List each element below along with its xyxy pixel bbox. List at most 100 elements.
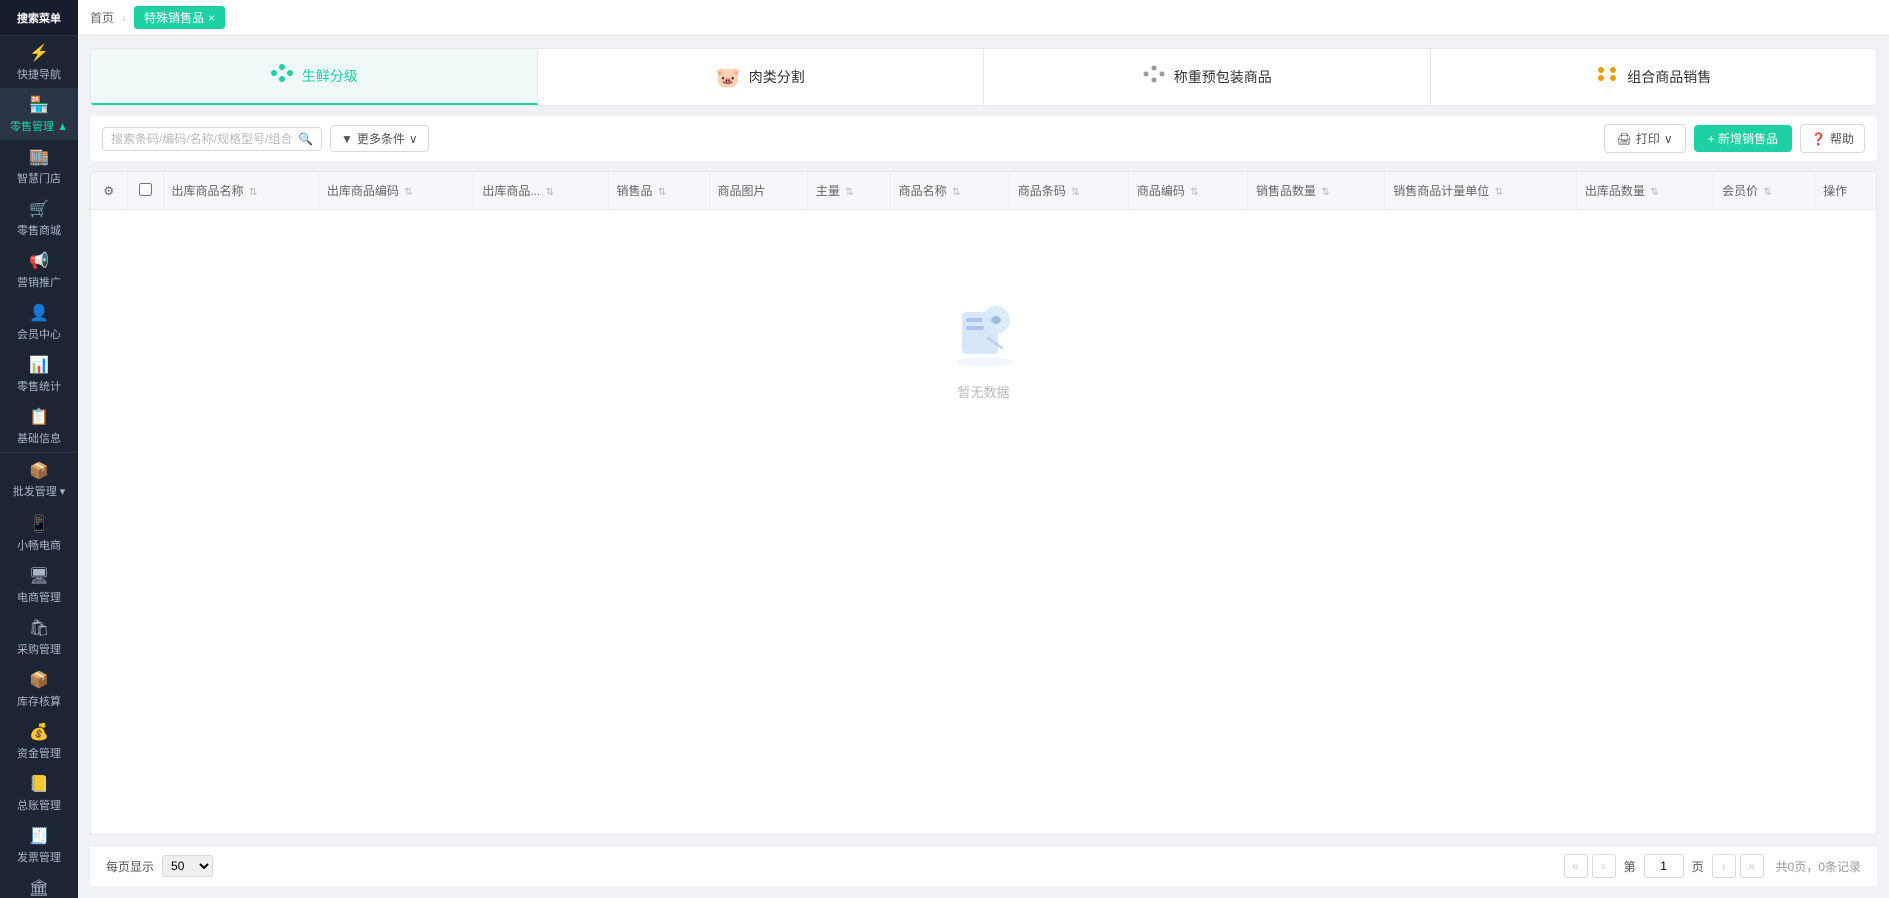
sidebar-item-quick-nav[interactable]: ⚡ 快捷导航 [0, 36, 78, 88]
filter-button[interactable]: ▼ 更多条件 ∨ [330, 125, 429, 152]
sidebar-item-member-center[interactable]: 👤 会员中心 [0, 296, 78, 348]
prev-page-button[interactable]: ‹ [1592, 854, 1616, 878]
sidebar-item-wholesale-mgmt[interactable]: 📦 批发管理 ▾ [0, 452, 78, 507]
sidebar-item-label: 总账管理 [17, 797, 61, 813]
sidebar-item-label: 采购管理 [17, 641, 61, 657]
filter-icon: ▼ [341, 132, 353, 146]
th-product-code: 商品编码 ⇅ [1128, 172, 1247, 210]
th-main-weight: 主量 ⇅ [807, 172, 890, 210]
page-body: 生鲜分级 🐷 肉类分割 称重预包装商品 [78, 36, 1889, 898]
retail-stats-icon: 📊 [29, 355, 49, 375]
purchase-icon: 🛍 [29, 618, 49, 638]
tab-weight-prepack[interactable]: 称重预包装商品 [984, 49, 1431, 105]
th-sale-item: 销售品 ⇅ [608, 172, 709, 210]
sort-product-name[interactable]: ⇅ [952, 187, 960, 198]
empty-state-icon [944, 290, 1024, 370]
tab-weight-prepack-label: 称重预包装商品 [1174, 67, 1272, 87]
sidebar-item-accounting[interactable]: 📒 总账管理 [0, 767, 78, 819]
ecom-mgmt-icon: 🖥 [29, 566, 49, 586]
page-input[interactable] [1644, 854, 1684, 878]
chevron-down-icon: ∨ [1664, 132, 1673, 146]
first-page-button[interactable]: « [1564, 854, 1588, 878]
tab-combo-label: 组合商品销售 [1627, 67, 1711, 87]
sort-out-name[interactable]: ⇅ [249, 187, 257, 198]
top-bar: 首页 › 特殊销售品 × [78, 0, 1889, 36]
th-member-price: 会员价 ⇅ [1714, 172, 1815, 210]
search-box[interactable]: 🔍 [102, 127, 322, 151]
sales-promo-icon: 📢 [29, 251, 49, 271]
help-button[interactable]: ❓ 帮助 [1800, 124, 1865, 153]
print-icon: 🖨 [1617, 132, 1632, 146]
sidebar-item-purchase-mgmt[interactable]: 🛍 采购管理 [0, 611, 78, 663]
sidebar: 搜索菜单 ⚡ 快捷导航 🏪 零售管理 ▲ 🏬 智慧门店 🛒 零售商城 📢 营销推… [0, 0, 78, 898]
basic-info-icon: 📋 [29, 407, 49, 427]
sidebar-item-retail-mall[interactable]: 🛒 零售商城 [0, 192, 78, 244]
sidebar-item-label: 电商管理 [17, 589, 61, 605]
sort-sale-item[interactable]: ⇅ [658, 187, 666, 198]
member-center-icon: 👤 [29, 303, 49, 323]
invoice-icon: 🧾 [29, 826, 49, 846]
sidebar-item-retail-stats[interactable]: 📊 零售统计 [0, 348, 78, 400]
sidebar-item-ecom-mgmt[interactable]: 🖥 电商管理 [0, 559, 78, 611]
sort-sale-unit[interactable]: ⇅ [1495, 187, 1503, 198]
sidebar-item-label: 零售管理 ▲ [10, 118, 68, 134]
combo-icon [1595, 64, 1619, 90]
sort-product-code[interactable]: ⇅ [1190, 187, 1198, 198]
sidebar-search-label: 搜索菜单 [17, 10, 61, 26]
th-gear[interactable]: ⚙ [91, 172, 127, 210]
th-image: 商品图片 [709, 172, 807, 210]
close-tab-button[interactable]: × [208, 11, 215, 25]
sort-out-code[interactable]: ⇅ [404, 187, 412, 198]
print-label: 打印 [1636, 130, 1660, 147]
th-check[interactable] [127, 172, 163, 210]
smart-store-icon: 🏬 [29, 147, 49, 167]
meat-cut-icon: 🐷 [716, 65, 741, 90]
sort-main-weight[interactable]: ⇅ [845, 187, 853, 198]
gear-icon: ⚙ [103, 184, 114, 198]
sort-out-spec[interactable]: ⇅ [546, 187, 554, 198]
sort-out-qty[interactable]: ⇅ [1650, 187, 1658, 198]
th-barcode: 商品条码 ⇅ [1009, 172, 1128, 210]
sidebar-item-tax[interactable]: 🏛 税务管理 [0, 871, 78, 898]
next-page-button[interactable]: › [1712, 854, 1736, 878]
finance-icon: 💰 [29, 722, 49, 742]
th-sale-qty: 销售品数量 ⇅ [1247, 172, 1384, 210]
sidebar-item-inventory[interactable]: 📦 库存核算 [0, 663, 78, 715]
sidebar-logo[interactable]: 搜索菜单 [0, 0, 78, 36]
retail-mall-icon: 🛒 [29, 199, 49, 219]
last-page-button[interactable]: » [1740, 854, 1764, 878]
sort-barcode[interactable]: ⇅ [1071, 187, 1079, 198]
add-sale-item-button[interactable]: + 新增销售品 [1694, 125, 1792, 152]
mini-ecom-icon: 📱 [29, 514, 49, 534]
sidebar-item-label: 发票管理 [17, 849, 61, 865]
tab-meat-cut[interactable]: 🐷 肉类分割 [538, 49, 985, 105]
sidebar-item-mini-ecom[interactable]: 📱 小畅电商 [0, 507, 78, 559]
empty-state: 暂无数据 [91, 210, 1876, 481]
sidebar-item-sales-promo[interactable]: 📢 营销推广 [0, 244, 78, 296]
type-tabs: 生鲜分级 🐷 肉类分割 称重预包装商品 [90, 48, 1877, 106]
main-content: 首页 › 特殊销售品 × 生鲜分级 [78, 0, 1889, 898]
active-tab[interactable]: 特殊销售品 × [134, 6, 225, 29]
tab-combo[interactable]: 组合商品销售 [1431, 49, 1877, 105]
wholesale-icon: 📦 [29, 461, 49, 481]
th-out-qty: 出库品数量 ⇅ [1576, 172, 1713, 210]
sidebar-item-label: 智慧门店 [17, 170, 61, 186]
select-all-checkbox[interactable] [139, 183, 152, 196]
sidebar-item-smart-store[interactable]: 🏬 智慧门店 [0, 140, 78, 192]
sidebar-item-retail-mgmt[interactable]: 🏪 零售管理 ▲ [0, 88, 78, 140]
th-out-spec: 出库商品... ⇅ [474, 172, 608, 210]
sidebar-item-label: 小畅电商 [17, 537, 61, 553]
inventory-icon: 📦 [29, 670, 49, 690]
search-input[interactable] [111, 132, 294, 146]
sort-member-price[interactable]: ⇅ [1764, 187, 1772, 198]
sidebar-item-basic-info[interactable]: 📋 基础信息 [0, 400, 78, 452]
sidebar-item-finance[interactable]: 💰 资金管理 [0, 715, 78, 767]
sidebar-item-label: 库存核算 [17, 693, 61, 709]
sidebar-item-invoice[interactable]: 🧾 发票管理 [0, 819, 78, 871]
sort-sale-qty[interactable]: ⇅ [1321, 187, 1329, 198]
per-page-select[interactable]: 50 20 100 200 [162, 855, 213, 877]
search-icon: 🔍 [298, 132, 313, 146]
breadcrumb-home[interactable]: 首页 [90, 9, 114, 26]
print-button[interactable]: 🖨 打印 ∨ [1604, 124, 1686, 153]
tab-fresh-grade[interactable]: 生鲜分级 [91, 49, 538, 105]
